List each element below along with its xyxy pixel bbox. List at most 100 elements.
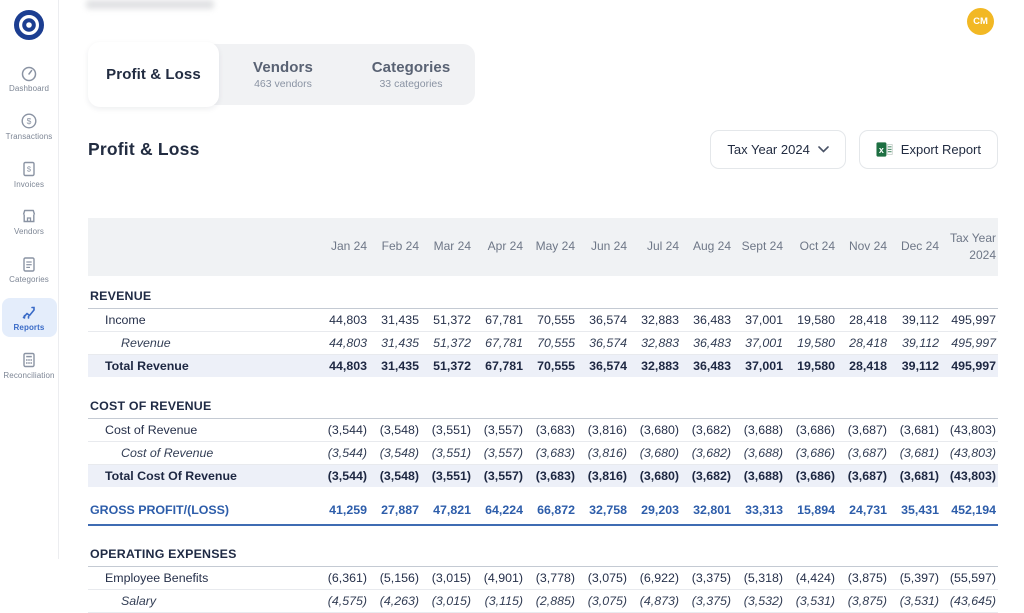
- row-label: Income: [88, 309, 317, 332]
- row-value: 31,435: [369, 309, 421, 332]
- profit-loss-table: Jan 24Feb 24Mar 24Apr 24May 24Jun 24Jul …: [88, 218, 998, 613]
- row-value: (3,680): [629, 419, 681, 442]
- table-row-data: Income44,80331,43551,37267,78170,55536,5…: [88, 309, 998, 332]
- sidebar-item-label: Invoices: [14, 181, 44, 190]
- row-value: [629, 386, 681, 419]
- tax-year-dropdown[interactable]: Tax Year 2024: [710, 130, 845, 169]
- row-label: COST OF REVENUE: [88, 386, 317, 419]
- sidebar-item-label: Reconciliation: [3, 372, 54, 381]
- row-value: 37,001: [733, 332, 785, 355]
- row-value: (6,361): [317, 567, 369, 590]
- row-value: (2,885): [525, 590, 577, 613]
- sidebar-item-dashboard[interactable]: Dashboard: [2, 59, 57, 98]
- sidebar-item-label: Reports: [14, 324, 45, 333]
- row-value: 36,574: [577, 332, 629, 355]
- svg-text:$: $: [27, 164, 32, 173]
- row-value: 36,483: [681, 309, 733, 332]
- row-value: [317, 386, 369, 419]
- spacer-row: [88, 525, 998, 534]
- sidebar-item-label: Dashboard: [9, 85, 49, 94]
- sidebar-item-categories[interactable]: Categories: [2, 250, 57, 289]
- storefront-icon: [20, 207, 38, 225]
- row-value: [681, 534, 733, 567]
- row-value: [421, 276, 473, 309]
- tax-year-label: Tax Year 2024: [727, 142, 809, 157]
- row-value: [941, 386, 998, 419]
- row-label: Total Cost Of Revenue: [88, 465, 317, 488]
- row-value: [577, 276, 629, 309]
- row-value: (3,683): [525, 442, 577, 465]
- row-value: 33,313: [733, 496, 785, 525]
- row-value: (3,686): [785, 419, 837, 442]
- row-label: GROSS PROFIT/(LOSS): [88, 496, 317, 525]
- row-value: (3,686): [785, 442, 837, 465]
- column-header: Nov 24: [837, 218, 889, 276]
- row-value: (4,263): [369, 590, 421, 613]
- tab-vendors[interactable]: Vendors 463 vendors: [219, 44, 347, 105]
- row-value: [369, 534, 421, 567]
- app-logo[interactable]: [13, 9, 45, 41]
- dollar-circle-icon: $: [20, 112, 38, 130]
- row-value: 70,555: [525, 332, 577, 355]
- column-header: Aug 24: [681, 218, 733, 276]
- row-value: 36,574: [577, 309, 629, 332]
- row-value: (6,922): [629, 567, 681, 590]
- row-value: (3,682): [681, 419, 733, 442]
- sidebar-item-invoices[interactable]: $ Invoices: [2, 155, 57, 194]
- row-value: [785, 276, 837, 309]
- row-value: [317, 276, 369, 309]
- report-tabs: Profit & Loss Vendors 463 vendors Catego…: [88, 44, 475, 105]
- row-value: (3,681): [889, 465, 941, 488]
- row-value: (3,015): [421, 567, 473, 590]
- row-value: (3,682): [681, 442, 733, 465]
- row-value: 37,001: [733, 309, 785, 332]
- table-row-data: Cost of Revenue(3,544)(3,548)(3,551)(3,5…: [88, 419, 998, 442]
- calculator-icon: [20, 351, 38, 369]
- row-value: (3,688): [733, 465, 785, 488]
- tab-label: Vendors: [253, 59, 313, 76]
- row-value: 67,781: [473, 309, 525, 332]
- row-value: (3,544): [317, 442, 369, 465]
- row-value: (3,551): [421, 442, 473, 465]
- svg-text:$: $: [27, 116, 32, 126]
- row-value: (43,803): [941, 419, 998, 442]
- table-row-sub: Salary(4,575)(4,263)(3,015)(3,115)(2,885…: [88, 590, 998, 613]
- tab-categories[interactable]: Categories 33 categories: [347, 44, 475, 105]
- row-value: [733, 534, 785, 567]
- row-value: 19,580: [785, 355, 837, 378]
- row-value: [421, 386, 473, 419]
- tab-profit-and-loss[interactable]: Profit & Loss: [88, 42, 219, 107]
- row-value: 495,997: [941, 309, 998, 332]
- page-title: Profit & Loss: [88, 139, 200, 160]
- row-value: (3,548): [369, 442, 421, 465]
- gauge-icon: [20, 64, 38, 82]
- table-header-row: Jan 24Feb 24Mar 24Apr 24May 24Jun 24Jul …: [88, 218, 998, 276]
- clipboard-icon: [20, 255, 38, 273]
- spacer-row: [88, 377, 998, 386]
- row-value: 36,483: [681, 332, 733, 355]
- row-value: [577, 534, 629, 567]
- row-value: 70,555: [525, 309, 577, 332]
- row-value: (3,875): [837, 590, 889, 613]
- sidebar-item-transactions[interactable]: $Transactions: [2, 107, 57, 146]
- row-value: 32,883: [629, 309, 681, 332]
- row-value: 24,731: [837, 496, 889, 525]
- row-value: (43,803): [941, 442, 998, 465]
- table-row-total: Total Cost Of Revenue(3,544)(3,548)(3,55…: [88, 465, 998, 488]
- tab-sublabel: 463 vendors: [254, 78, 312, 90]
- row-value: (43,803): [941, 465, 998, 488]
- sidebar-item-vendors[interactable]: Vendors: [2, 202, 57, 241]
- export-report-button[interactable]: x Export Report: [859, 130, 998, 169]
- sidebar-item-reports[interactable]: Reports: [2, 298, 57, 337]
- row-value: (5,156): [369, 567, 421, 590]
- row-value: (5,397): [889, 567, 941, 590]
- row-value: (3,015): [421, 590, 473, 613]
- tab-label: Profit & Loss: [106, 66, 201, 83]
- row-value: (3,531): [889, 590, 941, 613]
- row-value: 19,580: [785, 332, 837, 355]
- row-value: 41,259: [317, 496, 369, 525]
- sidebar-item-reconciliation[interactable]: Reconciliation: [2, 346, 57, 385]
- row-value: [837, 276, 889, 309]
- row-value: [889, 276, 941, 309]
- row-value: 44,803: [317, 332, 369, 355]
